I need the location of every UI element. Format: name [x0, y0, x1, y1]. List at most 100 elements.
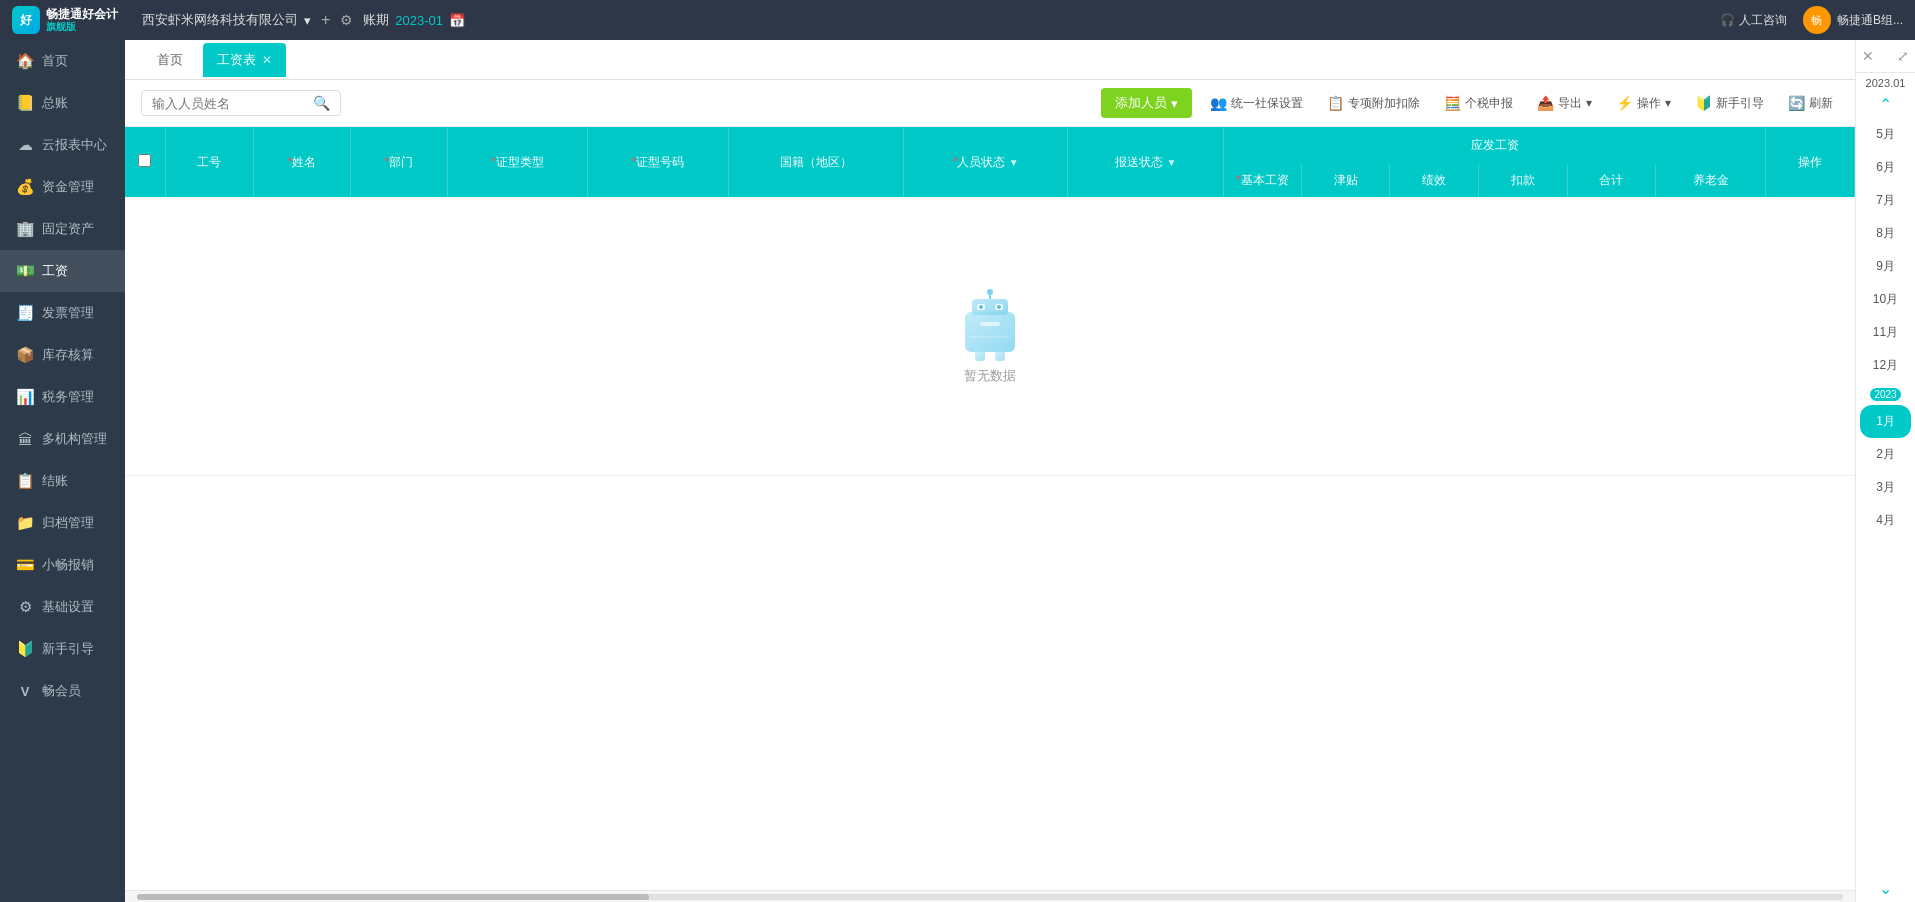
add-button[interactable]: +: [321, 11, 330, 29]
sidebar-item-ledger[interactable]: 📒 总账: [0, 82, 125, 124]
sidebar-item-multi-org[interactable]: 🏛 多机构管理: [0, 418, 125, 460]
sidebar-label-archive: 归档管理: [42, 514, 94, 532]
person-status-filter-icon[interactable]: ▼: [1009, 157, 1019, 168]
logo-area: 好 畅捷通好会计 旗舰版: [12, 6, 132, 34]
sidebar-item-archive[interactable]: 📁 归档管理: [0, 502, 125, 544]
month-10[interactable]: 10月: [1856, 283, 1915, 316]
panel-period-label: 2023.01: [1856, 73, 1915, 91]
col-group-salary: 应发工资: [1224, 127, 1766, 164]
col-dept-label: *部门: [385, 155, 414, 169]
operations-button[interactable]: ⚡ 操作 ▾: [1610, 91, 1677, 116]
sidebar-item-home[interactable]: 🏠 首页: [0, 40, 125, 82]
special-deduct-label: 专项附加扣除: [1348, 95, 1420, 112]
close-account-icon: 📋: [16, 472, 34, 490]
sidebar-item-member[interactable]: V 畅会员: [0, 670, 125, 712]
sidebar-item-close-account[interactable]: 📋 结账: [0, 460, 125, 502]
col-dept: *部门: [351, 127, 448, 197]
col-id-type: *证型类型: [448, 127, 588, 197]
sidebar-label-ledger: 总账: [42, 94, 68, 112]
month-11[interactable]: 11月: [1856, 316, 1915, 349]
sidebar-item-invoice[interactable]: 🧾 发票管理: [0, 292, 125, 334]
month-7[interactable]: 7月: [1856, 184, 1915, 217]
year-badge-container: 2023: [1856, 382, 1915, 405]
empty-state-cell: 暂无数据: [125, 197, 1855, 476]
empty-robot-icon: [950, 287, 1030, 367]
horizontal-scrollbar[interactable]: [125, 890, 1855, 902]
refresh-button[interactable]: 🔄 刷新: [1782, 91, 1839, 116]
col-operations-label: 操作: [1798, 155, 1822, 169]
header-actions: 🎧 人工咨询 畅 畅捷通B组...: [1712, 6, 1903, 34]
tab-close-icon[interactable]: ✕: [262, 53, 272, 67]
select-all-th[interactable]: [125, 127, 165, 197]
search-icon: 🔍: [313, 95, 330, 111]
sidebar-item-cloud-report[interactable]: ☁ 云报表中心: [0, 124, 125, 166]
sidebar-item-fixed-assets[interactable]: 🏢 固定资产: [0, 208, 125, 250]
sidebar-item-payroll[interactable]: 💵 工资: [0, 250, 125, 292]
calendar-icon[interactable]: 📅: [449, 13, 465, 28]
month-3[interactable]: 3月: [1856, 471, 1915, 504]
col-person-status-label: *人员状态: [953, 155, 1006, 169]
operations-icon: ⚡: [1616, 95, 1633, 111]
company-name: 西安虾米网络科技有限公司: [142, 11, 298, 29]
scrollbar-track: [137, 894, 1843, 900]
report-status-filter-icon[interactable]: ▼: [1167, 157, 1177, 168]
special-deduct-button[interactable]: 📋 专项附加扣除: [1321, 91, 1426, 116]
month-6[interactable]: 6月: [1856, 151, 1915, 184]
scroll-up-arrow[interactable]: ⌃: [1856, 91, 1915, 118]
col-performance: 绩效: [1390, 164, 1479, 197]
company-selector[interactable]: 西安虾米网络科技有限公司 ▾: [142, 11, 311, 29]
tab-home[interactable]: 首页: [141, 43, 199, 77]
month-12[interactable]: 12月: [1856, 349, 1915, 382]
month-4[interactable]: 4月: [1856, 504, 1915, 537]
invoice-icon: 🧾: [16, 304, 34, 322]
export-icon: 📤: [1537, 95, 1554, 111]
month-2[interactable]: 2月: [1856, 438, 1915, 471]
payroll-icon: 💵: [16, 262, 34, 280]
sidebar: 🏠 首页 📒 总账 ☁ 云报表中心 💰 资金管理 🏢 固定资产 💵 工资: [0, 40, 125, 902]
sidebar-item-settings[interactable]: ⚙ 基础设置: [0, 586, 125, 628]
month-5[interactable]: 5月: [1856, 118, 1915, 151]
panel-close-icon[interactable]: ✕: [1862, 48, 1874, 64]
sidebar-item-tax[interactable]: 📊 税务管理: [0, 376, 125, 418]
col-allowance: 津贴: [1301, 164, 1390, 197]
add-person-button[interactable]: 添加人员 ▾: [1101, 88, 1192, 118]
month-list: 5月 6月 7月 8月 9月 10月 11月 12月 2023 1月 2月 3月…: [1856, 118, 1915, 875]
month-8[interactable]: 8月: [1856, 217, 1915, 250]
sidebar-item-guide[interactable]: 🔰 新手引导: [0, 628, 125, 670]
scrollbar-thumb[interactable]: [137, 894, 649, 900]
logo-icon: 好: [12, 6, 40, 34]
social-insurance-button[interactable]: 👥 统一社保设置: [1204, 91, 1309, 116]
tab-bar: 首页 工资表 ✕: [125, 40, 1855, 80]
inventory-icon: 📦: [16, 346, 34, 364]
sidebar-item-expense[interactable]: 💳 小畅报销: [0, 544, 125, 586]
month-9[interactable]: 9月: [1856, 250, 1915, 283]
sidebar-item-fund[interactable]: 💰 资金管理: [0, 166, 125, 208]
search-input[interactable]: [152, 96, 307, 111]
period-value[interactable]: 2023-01: [395, 13, 443, 28]
multi-org-icon: 🏛: [16, 431, 34, 448]
panel-expand-icon[interactable]: ⤢: [1897, 48, 1909, 64]
scroll-down-arrow[interactable]: ⌄: [1856, 875, 1915, 902]
social-insurance-label: 统一社保设置: [1231, 95, 1303, 112]
export-button[interactable]: 📤 导出 ▾: [1531, 91, 1598, 116]
human-service-button[interactable]: 🎧 人工咨询: [1712, 8, 1795, 33]
select-all-checkbox[interactable]: [138, 154, 151, 167]
sidebar-label-close: 结账: [42, 472, 68, 490]
empty-text: 暂无数据: [964, 367, 1016, 385]
col-total: 合计: [1567, 164, 1656, 197]
month-1[interactable]: 1月: [1860, 405, 1911, 438]
settings-icon[interactable]: ⚙: [340, 12, 353, 28]
user-avatar-area[interactable]: 畅 畅捷通B组...: [1803, 6, 1903, 34]
tab-payroll[interactable]: 工资表 ✕: [203, 43, 286, 77]
fixed-assets-icon: 🏢: [16, 220, 34, 238]
app-title: 畅捷通好会计: [46, 7, 118, 21]
tax-icon: 📊: [16, 388, 34, 406]
export-label: 导出: [1558, 95, 1582, 112]
col-id-type-label: *证型类型: [491, 155, 544, 169]
personal-tax-icon: 🧮: [1444, 95, 1461, 111]
sidebar-item-inventory[interactable]: 📦 库存核算: [0, 334, 125, 376]
svg-rect-11: [995, 351, 1005, 361]
search-box[interactable]: 🔍: [141, 90, 341, 116]
new-guide-button[interactable]: 🔰 新手引导: [1689, 91, 1770, 116]
personal-tax-button[interactable]: 🧮 个税申报: [1438, 91, 1519, 116]
